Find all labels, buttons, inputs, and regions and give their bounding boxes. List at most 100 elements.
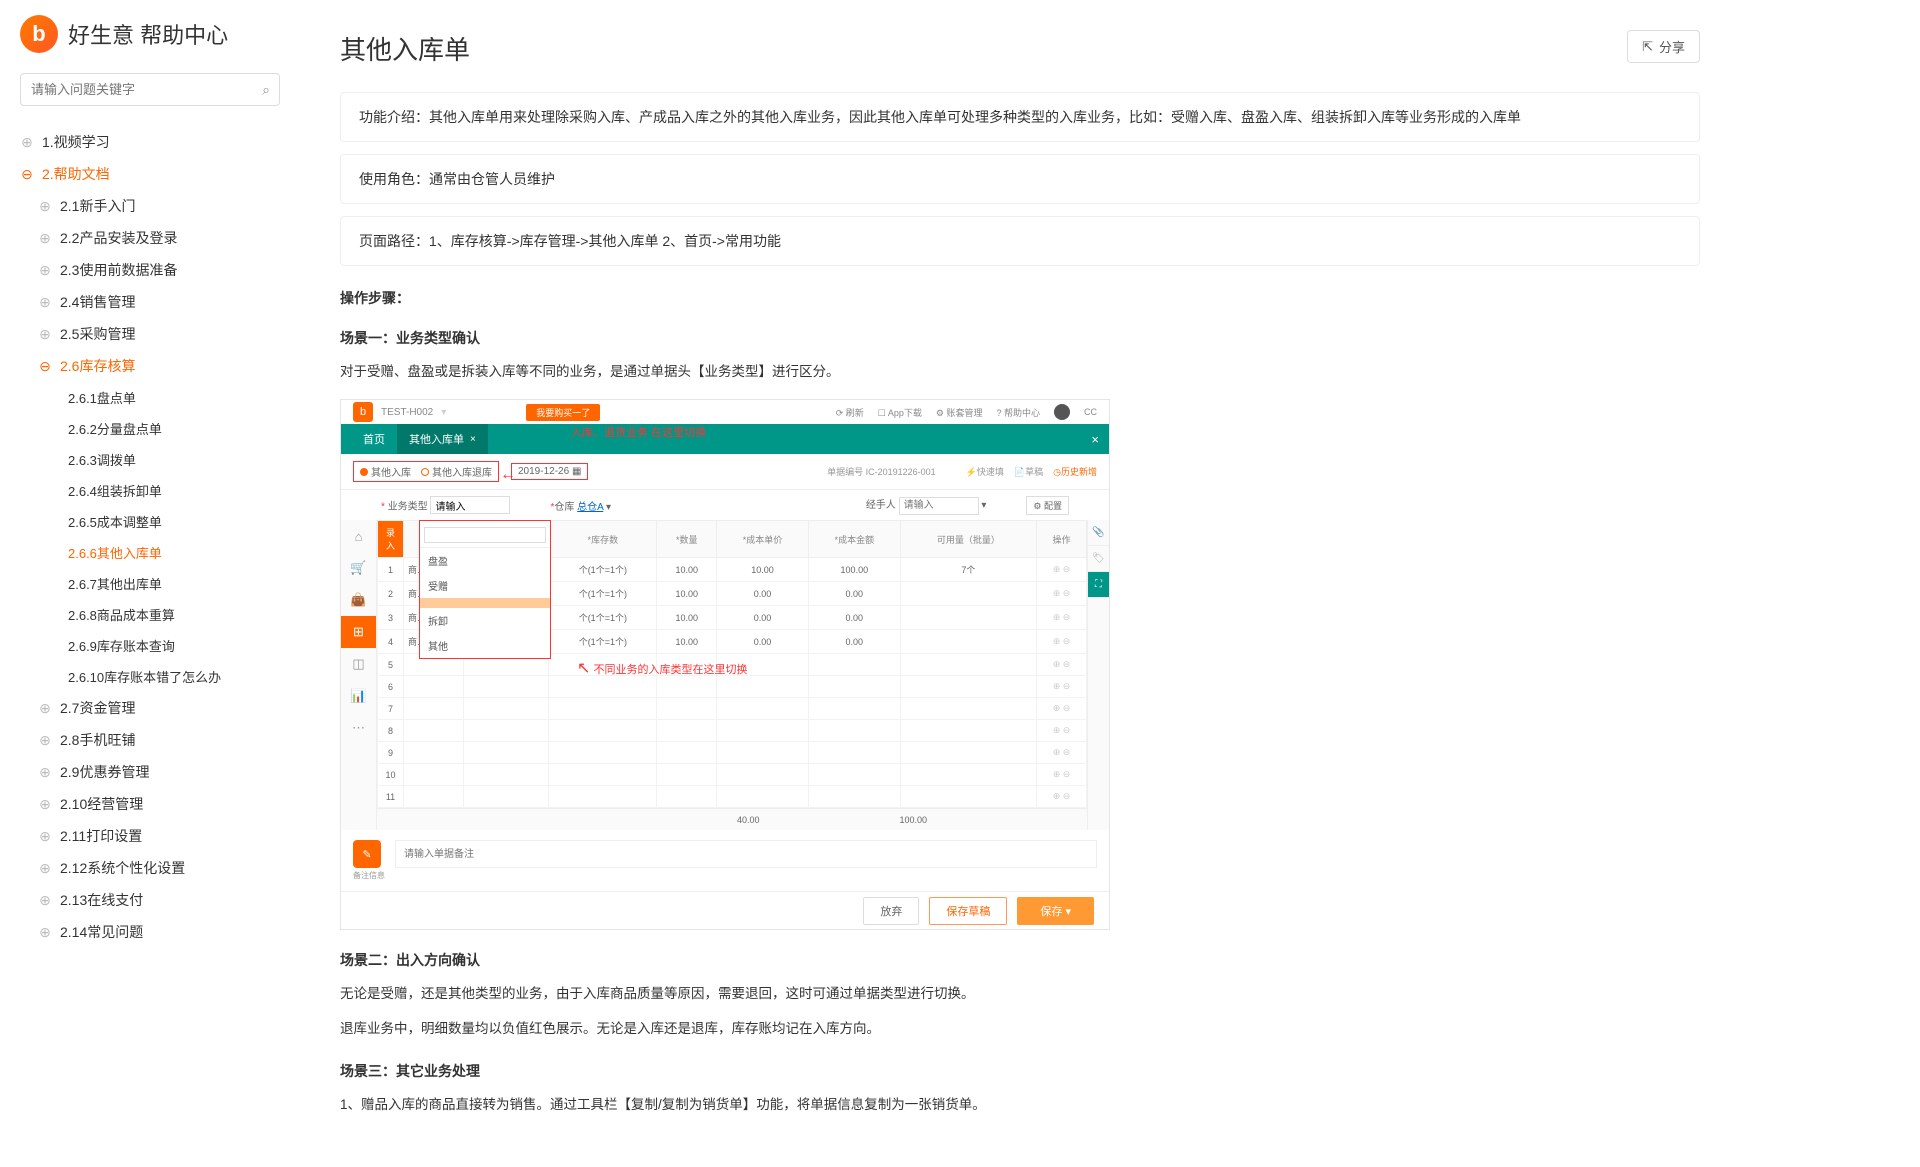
nav-2-6-9[interactable]: 2.6.9库存账本查询 — [20, 630, 280, 661]
nav-2-6-4[interactable]: 2.6.4组装拆卸单 — [20, 475, 280, 506]
nav-2-10[interactable]: ⊕2.10经营管理 — [20, 788, 280, 820]
more-icon: ⋯ — [341, 712, 376, 744]
calendar-icon: ▦ — [572, 466, 581, 477]
nav-2-11[interactable]: ⊕2.11打印设置 — [20, 820, 280, 852]
nav-2-6-8[interactable]: 2.6.8商品成本重算 — [20, 599, 280, 630]
nav-help-docs[interactable]: ⊖2.帮助文档 — [20, 158, 280, 190]
search-input[interactable] — [20, 73, 280, 106]
ss-draft-btn: 保存草稿 — [929, 897, 1007, 925]
intro-text: 其他入库单用来处理除采购入库、产成品入库之外的其他入库业务，因此其他入库单可处理… — [429, 109, 1521, 125]
nav-2-13[interactable]: ⊕2.13在线支付 — [20, 884, 280, 916]
nav-2-2[interactable]: ⊕2.2产品安装及登录 — [20, 222, 280, 254]
logo-icon: b — [20, 15, 58, 53]
ss-discard-btn: 放弃 — [863, 897, 919, 925]
path-text: 1、库存核算->库存管理->其他入库单 2、首页->常用功能 — [429, 233, 781, 249]
ss-date: 2019-12-26 ▦ ← — [511, 463, 588, 480]
nav-2-7[interactable]: ⊕2.7资金管理 — [20, 692, 280, 724]
chevron-down-icon: ▾ — [441, 407, 446, 418]
nav-label: 2.6.8商品成本重算 — [68, 605, 175, 624]
ss-body: ⌂ 🛒 👜 ⊞ ◫ 📊 ⋯ 盘盈 受赠 拆卸 其他 — [341, 520, 1109, 830]
ss-remark-input — [395, 840, 1097, 868]
th-op: 操作 — [1037, 521, 1087, 558]
table-row: 10⊕ ⊖ — [378, 764, 1087, 786]
ss-dropdown: 盘盈 受赠 拆卸 其他 — [419, 520, 551, 659]
scene2-text2: 退库业务中，明细数量均以负值红色展示。无论是入库还是退库，库存账均记在入库方向。 — [340, 1017, 1700, 1041]
nav-label: 2.13在线支付 — [60, 890, 143, 910]
nav-2-8[interactable]: ⊕2.8手机旺铺 — [20, 724, 280, 756]
ss-upgrade-btn: 我要购买一了 — [526, 404, 600, 421]
nav-2-6-6[interactable]: 2.6.6其他入库单 — [20, 537, 280, 568]
ss-remarks: ✎ 备注信息 — [341, 830, 1109, 891]
nav-2-6-1[interactable]: 2.6.1盘点单 — [20, 382, 280, 413]
ss-dd-opt: 受赠 — [420, 573, 550, 598]
nav-2-5[interactable]: ⊕2.5采购管理 — [20, 318, 280, 350]
ss-docno: 单据编号 IC-20191226-001 — [827, 465, 936, 478]
arrow-anno-icon: ← — [500, 466, 516, 484]
plus-icon: ⊕ — [38, 861, 52, 875]
plus-icon: ⊕ — [38, 231, 52, 245]
nav-2-6-2[interactable]: 2.6.2分量盘点单 — [20, 413, 280, 444]
page-title: 其他入库单 — [340, 30, 470, 67]
th-qty: *数量 — [657, 521, 717, 558]
table-row: 9⊕ ⊖ — [378, 742, 1087, 764]
ss-topbar: b TEST-H002 ▾ 我要购买一了 ⟳ 刷新 ☐ App下载 ⚙ 账套管理… — [341, 400, 1109, 424]
search-icon[interactable]: ⌕ — [262, 81, 270, 98]
plus-icon: ⊕ — [38, 199, 52, 213]
plus-icon: ⊕ — [38, 765, 52, 779]
nav-2-6-5[interactable]: 2.6.5成本调整单 — [20, 506, 280, 537]
nav-label: 2.6.3调拨单 — [68, 450, 136, 469]
close-icon: × — [1091, 432, 1099, 447]
scene1-text: 对于受赠、盘盈或是拆装入库等不同的业务，是通过单据头【业务类型】进行区分。 — [340, 360, 1700, 384]
ss-tab-home: 首页 — [351, 424, 397, 454]
nav-2-14[interactable]: ⊕2.14常见问题 — [20, 916, 280, 948]
nav-2-6-10[interactable]: 2.6.10库存账本错了怎么办 — [20, 661, 280, 692]
home-icon: ⌂ — [341, 520, 376, 552]
ss-toolbar: 其他入库 其他入库退库 2019-12-26 ▦ ← 入库、退货业务 在这里切换… — [341, 454, 1109, 490]
ss-radio-in: 其他入库 — [360, 464, 411, 479]
ss-account: TEST-H002 — [381, 407, 433, 418]
ss-biztype-input — [430, 496, 510, 514]
nav-2-4[interactable]: ⊕2.4销售管理 — [20, 286, 280, 318]
ss-reg: ⚙ 账套管理 — [936, 406, 983, 419]
nav-label: 2.6库存核算 — [60, 356, 135, 376]
ss-dd-opt-selected — [420, 598, 550, 608]
main-content: 其他入库单 ⇱ 分享 功能介绍：其他入库单用来处理除采购入库、产成品入库之外的其… — [300, 0, 1740, 1167]
ss-sum-row: 40.00 100.00 — [377, 808, 1087, 830]
plus-icon: ⊕ — [38, 925, 52, 939]
share-icon: ⇱ — [1642, 39, 1653, 55]
nav-2-6-7[interactable]: 2.6.7其他出库单 — [20, 568, 280, 599]
nav-2-3[interactable]: ⊕2.3使用前数据准备 — [20, 254, 280, 286]
scene3-title: 场景三：其它业务处理 — [340, 1061, 1700, 1081]
plus-icon: ⊕ — [38, 701, 52, 715]
chart-icon: 📊 — [341, 680, 376, 712]
radio-on-icon — [360, 468, 368, 476]
scene3-text: 1、赠品入库的商品直接转为销售。通过工具栏【复制/复制为销货单】功能，将单据信息… — [340, 1093, 1700, 1117]
nav-label: 2.4销售管理 — [60, 292, 135, 312]
minus-icon: ⊖ — [38, 359, 52, 373]
th-price: *成本单价 — [717, 521, 809, 558]
ss-radio-group: 其他入库 其他入库退库 — [353, 461, 499, 482]
nav-label: 2.1新手入门 — [60, 196, 135, 216]
close-icon: × — [470, 434, 476, 445]
nav-2-9[interactable]: ⊕ 2.9优惠券管理 — [20, 756, 280, 788]
nav-video-learning[interactable]: ⊕1.视频学习 — [20, 126, 280, 158]
nav-2-6-3[interactable]: 2.6.3调拨单 — [20, 444, 280, 475]
minus-icon: ⊖ — [20, 167, 34, 181]
ss-table-wrap: 盘盈 受赠 拆卸 其他 ↖ 不同业务的入库类型在这里切换 录入 商品 规格型号 … — [377, 520, 1087, 830]
plus-icon: ⊕ — [38, 327, 52, 341]
nav-2-1[interactable]: ⊕ 2.1新手入门 — [20, 190, 280, 222]
remark-icon: ✎ — [353, 840, 381, 868]
ss-tb-fast: ⚡快速填 — [966, 465, 1004, 478]
share-button[interactable]: ⇱ 分享 — [1627, 30, 1700, 63]
nav-2-6[interactable]: ⊖ 2.6库存核算 — [20, 350, 280, 382]
intro-label: 功能介绍： — [359, 109, 429, 125]
logo: b 好生意 帮助中心 — [20, 15, 280, 53]
wallet-icon: ◫ — [341, 648, 376, 680]
box-icon: ⊞ — [341, 616, 376, 648]
tag-icon: 🏷 — [1088, 546, 1109, 572]
nav-label: 2.6.2分量盘点单 — [68, 419, 162, 438]
plus-icon: ⊕ — [38, 263, 52, 277]
nav-2-12[interactable]: ⊕2.12系统个性化设置 — [20, 852, 280, 884]
nav-label: 2.9优惠券管理 — [60, 762, 149, 782]
th-avail: 可用量（批量） — [900, 521, 1036, 558]
